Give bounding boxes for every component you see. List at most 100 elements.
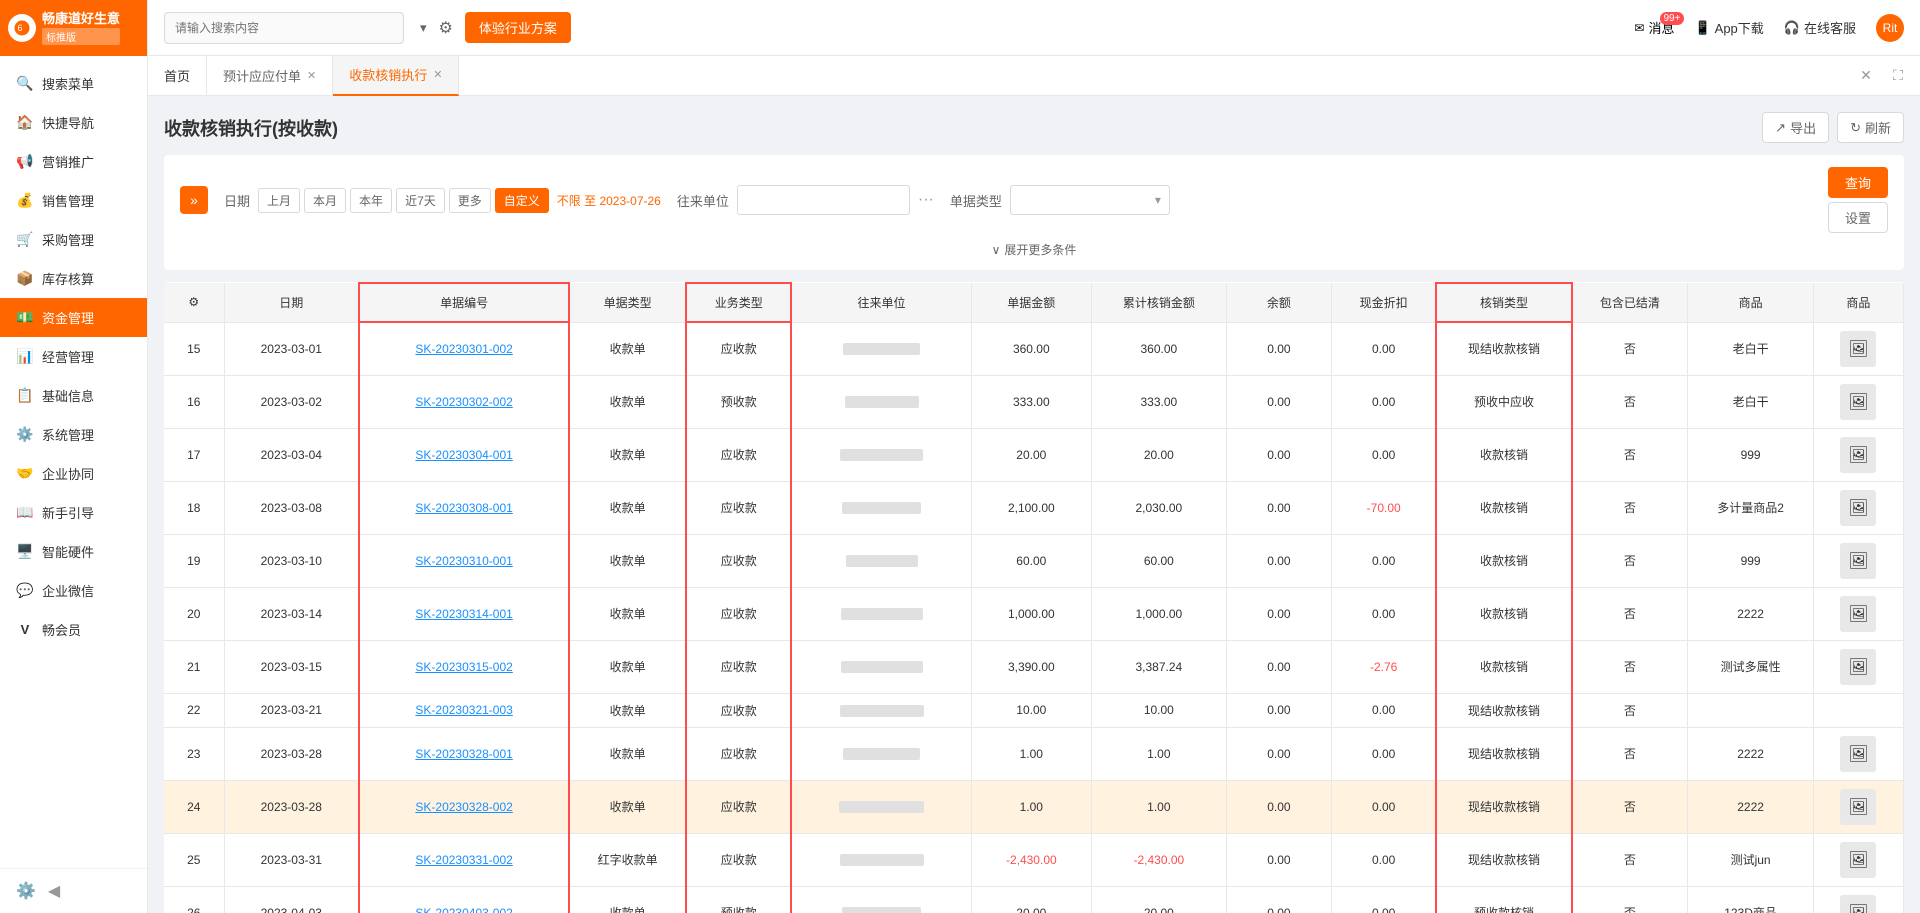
row-discount: 0.00: [1331, 833, 1436, 886]
inventory-icon: 📦: [16, 270, 34, 288]
billno-link[interactable]: SK-20230403-002: [415, 906, 512, 913]
industry-btn[interactable]: 体验行业方案: [465, 12, 571, 43]
sidebar-item-search[interactable]: 🔍 搜索菜单: [0, 64, 147, 103]
partner-cell: [791, 640, 971, 693]
settings-icon[interactable]: ⚙️: [16, 881, 36, 901]
sidebar-item-wechat[interactable]: 💬 企业微信: [0, 571, 147, 610]
app-download[interactable]: 📱 App下载: [1694, 18, 1763, 37]
sidebar-item-system[interactable]: ⚙️ 系统管理: [0, 415, 147, 454]
filter-action-btns: 查询 设置: [1828, 167, 1888, 233]
filter-collapse-btn[interactable]: »: [180, 186, 208, 214]
billno-link[interactable]: SK-20230301-002: [415, 342, 512, 356]
billno-link[interactable]: SK-20230328-002: [415, 800, 512, 814]
sidebar-item-marketing[interactable]: 📢 营销推广: [0, 142, 147, 181]
filter-date-more[interactable]: 更多: [449, 188, 491, 213]
sidebar-item-hardware[interactable]: 🖥️ 智能硬件: [0, 532, 147, 571]
refresh-btn[interactable]: ↻ 刷新: [1837, 112, 1904, 143]
topbar-dropdown[interactable]: ▾: [420, 20, 427, 36]
user-avatar[interactable]: Rit: [1876, 14, 1904, 42]
sidebar-item-operation[interactable]: 📊 经营管理: [0, 337, 147, 376]
row-balance: 0.00: [1226, 481, 1331, 534]
filter-date-this-year[interactable]: 本年: [350, 188, 392, 213]
maximize-tab-btn[interactable]: ⛶: [1884, 62, 1912, 90]
close-tab-btn[interactable]: ✕: [1852, 62, 1880, 90]
tab-writeback-close[interactable]: ✕: [433, 68, 442, 81]
th-balance: 余额: [1226, 283, 1331, 322]
tab-prepay-close[interactable]: ✕: [307, 69, 316, 82]
th-gear[interactable]: ⚙: [164, 283, 224, 322]
sidebar-item-sales[interactable]: 💰 销售管理: [0, 181, 147, 220]
sidebar-item-member[interactable]: V 畅会员: [0, 610, 147, 649]
message-icon: ✉: [1634, 21, 1644, 35]
search-input[interactable]: [164, 12, 404, 44]
filter-date-this-month[interactable]: 本月: [304, 188, 346, 213]
export-btn[interactable]: ↗ 导出: [1762, 112, 1829, 143]
refresh-icon: ↻: [1850, 120, 1861, 136]
table-row: 23 2023-03-28 SK-20230328-001 收款单 应收款 1.…: [164, 727, 1904, 780]
filter-date-custom[interactable]: 自定义: [495, 188, 549, 213]
row-cumamount: 2,030.00: [1091, 481, 1226, 534]
collapse-icon[interactable]: ◀: [48, 881, 60, 901]
sidebar-item-finance[interactable]: 💵 资金管理: [0, 298, 147, 337]
billno-link[interactable]: SK-20230328-001: [415, 747, 512, 761]
row-discount: 0.00: [1331, 886, 1436, 913]
partner-label: 往来单位: [677, 191, 729, 210]
sidebar-item-inventory[interactable]: 📦 库存核算: [0, 259, 147, 298]
billno-link[interactable]: SK-20230310-001: [415, 554, 512, 568]
sidebar-item-corp[interactable]: 🤝 企业协同: [0, 454, 147, 493]
filter-settings-btn[interactable]: 设置: [1828, 202, 1888, 233]
page-actions: ↗ 导出 ↻ 刷新: [1762, 112, 1904, 143]
expand-btn[interactable]: ∨ 展开更多条件: [992, 241, 1077, 258]
row-index: 15: [164, 322, 224, 375]
filter-area: » 日期 上月 本月 本年 近7天 更多 自定义 不限 至 2023-07-26: [164, 155, 1904, 270]
table-row: 17 2023-03-04 SK-20230304-001 收款单 应收款 20…: [164, 428, 1904, 481]
online-service[interactable]: 🎧 在线客服: [1784, 18, 1856, 37]
tab-prepay[interactable]: 预计应应付单 ✕: [207, 56, 333, 96]
phone-icon: 📱: [1694, 20, 1710, 36]
billno-link[interactable]: SK-20230315-002: [415, 660, 512, 674]
tab-writeback[interactable]: 收款核销执行 ✕: [333, 56, 459, 96]
billno-link[interactable]: SK-20230314-001: [415, 607, 512, 621]
row-goods: 多计量商品2: [1688, 481, 1814, 534]
row-writetype: 收款核销: [1436, 534, 1571, 587]
tab-writeback-label: 收款核销执行: [349, 65, 427, 84]
row-date: 2023-04-03: [224, 886, 359, 913]
row-billno: SK-20230315-002: [359, 640, 569, 693]
logo-icon: 6: [8, 14, 36, 42]
tab-home[interactable]: 首页: [148, 56, 207, 96]
filter-date-7days[interactable]: 近7天: [396, 188, 445, 213]
billno-link[interactable]: SK-20230304-001: [415, 448, 512, 462]
row-billno: SK-20230328-002: [359, 780, 569, 833]
gear-icon[interactable]: ⚙: [439, 18, 453, 38]
row-amount: 360.00: [971, 322, 1091, 375]
billno-link[interactable]: SK-20230321-003: [415, 703, 512, 717]
billno-link[interactable]: SK-20230302-002: [415, 395, 512, 409]
filter-more-dots[interactable]: ···: [918, 191, 934, 209]
filter-date-last-month[interactable]: 上月: [258, 188, 300, 213]
row-writetype: 收款核销: [1436, 428, 1571, 481]
sidebar-item-purchase[interactable]: 🛒 采购管理: [0, 220, 147, 259]
row-billtype: 收款单: [569, 587, 686, 640]
purchase-icon: 🛒: [16, 231, 34, 249]
partner-cell: [791, 481, 971, 534]
messages-wrap[interactable]: ✉ 消息 99+: [1634, 18, 1674, 37]
query-btn[interactable]: 查询: [1828, 167, 1888, 198]
table-row: 21 2023-03-15 SK-20230315-002 收款单 应收款 3,…: [164, 640, 1904, 693]
sidebar-item-label: 智能硬件: [42, 542, 94, 561]
tabs-bar: 首页 预计应应付单 ✕ 收款核销执行 ✕ ✕ ⛶: [148, 56, 1920, 96]
billno-link[interactable]: SK-20230331-002: [415, 853, 512, 867]
filter-row: » 日期 上月 本月 本年 近7天 更多 自定义 不限 至 2023-07-26: [180, 167, 1888, 233]
billtype-select[interactable]: ▾: [1010, 185, 1170, 215]
row-amount: 1.00: [971, 727, 1091, 780]
column-settings-icon[interactable]: ⚙: [188, 295, 199, 309]
service-label: 在线客服: [1804, 18, 1856, 37]
billno-link[interactable]: SK-20230308-001: [415, 501, 512, 515]
sidebar-item-label: 新手引导: [42, 503, 94, 522]
sidebar-item-guide[interactable]: 📖 新手引导: [0, 493, 147, 532]
partner-cell: [791, 727, 971, 780]
table-row: 24 2023-03-28 SK-20230328-002 收款单 应收款 1.…: [164, 780, 1904, 833]
partner-input[interactable]: [737, 185, 910, 215]
sidebar-item-quicknav[interactable]: 🏠 快捷导航: [0, 103, 147, 142]
row-cumamount: 20.00: [1091, 886, 1226, 913]
sidebar-item-basic[interactable]: 📋 基础信息: [0, 376, 147, 415]
